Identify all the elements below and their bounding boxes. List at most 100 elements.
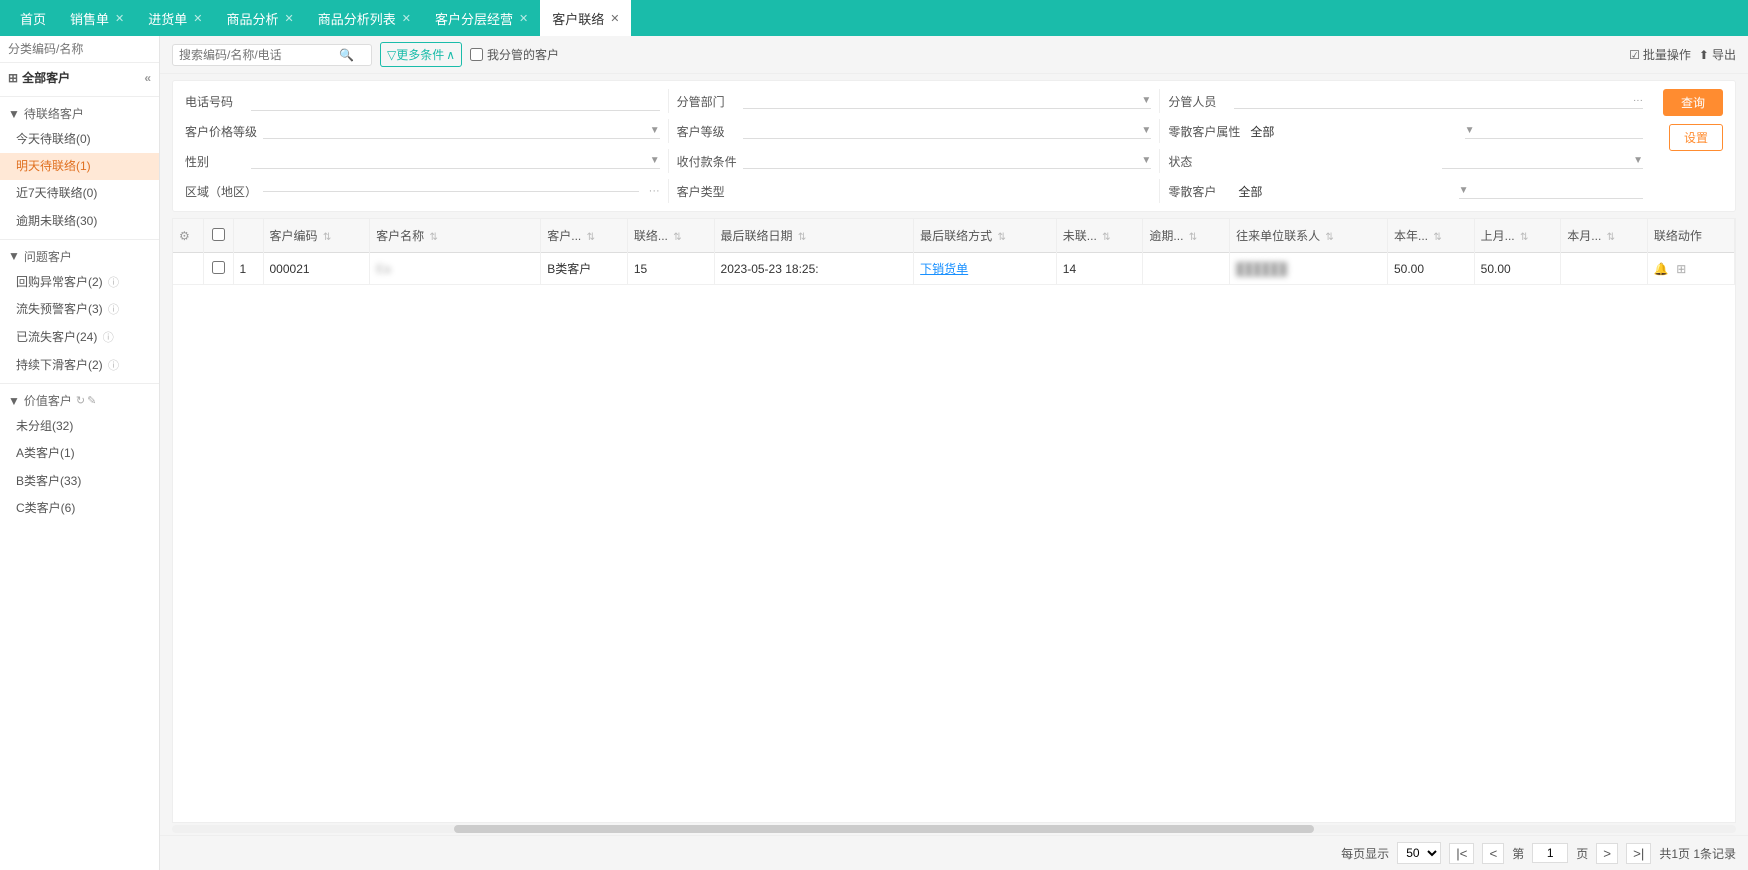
row-checkbox-cell[interactable] [203,253,233,285]
status-field: 状态 ▼ [1168,153,1643,170]
first-page-btn[interactable]: |< [1449,843,1474,864]
payment-select[interactable]: ▼ [743,153,1152,169]
sidebar-search-input[interactable] [8,42,160,56]
phone-input[interactable] [251,92,660,111]
col-contact-count[interactable]: 联络... ⇅ [627,219,714,253]
filter-divider-7 [668,179,669,203]
col-settings[interactable]: ⚙ [173,219,203,253]
retail-customer-label: 零散客户 [1168,183,1228,200]
retail-attr-select[interactable]: ▼ [1465,123,1643,139]
last-contact-method-link[interactable]: 下销货单 [920,262,968,276]
close-customer-tier-tab[interactable]: ✕ [519,12,528,25]
sidebar-item-churn-risk[interactable]: 流失预警客户(3) ⓘ [0,296,159,324]
problem-customers-group[interactable]: ▼ 问题客户 [0,244,159,269]
search-icon[interactable]: 🔍 [339,48,354,62]
nav-sales[interactable]: 销售单 ✕ [58,0,136,36]
page-number-input[interactable] [1532,843,1568,863]
row-contact-action[interactable]: 🔔 ⊞ [1647,253,1734,285]
dept-select[interactable]: ▼ [743,93,1152,109]
sidebar-item-today[interactable]: 今天待联络(0) [0,126,159,153]
sidebar-search-bar[interactable]: 🔍 [0,36,159,63]
pending-contact-group[interactable]: ▼ 待联络客户 [0,101,159,126]
sidebar-item-repurchase-abnormal[interactable]: 回购异常客户(2) ⓘ [0,269,159,297]
col-unit-contact[interactable]: 往来单位联系人 ⇅ [1230,219,1388,253]
col-last-contact-method[interactable]: 最后联络方式 ⇅ [914,219,1057,253]
nav-customer-tier[interactable]: 客户分层经营 ✕ [423,0,540,36]
customer-level-select[interactable]: ▼ [743,123,1152,139]
content-area: 🔍 ▽ 更多条件 ∧ 我分管的客户 ☑ 批量操作 ⬆ 导出 [160,36,1748,870]
horizontal-scrollbar[interactable] [172,825,1736,833]
search-bar[interactable]: 🔍 [172,44,372,66]
sidebar-item-overdue[interactable]: 逾期未联络(30) [0,208,159,235]
pending-arrow-icon: ▼ [8,107,20,121]
collapse-sidebar-btn[interactable]: « [144,71,151,85]
close-sales-tab[interactable]: ✕ [115,12,124,25]
col-last-contact-date[interactable]: 最后联络日期 ⇅ [714,219,914,253]
person-field: 分管人员 ··· [1168,93,1643,110]
sidebar-item-class-b[interactable]: B类客户(33) [0,468,159,495]
my-customers-checkbox-area[interactable]: 我分管的客户 [470,46,559,63]
select-all-checkbox[interactable] [212,228,225,241]
filter-more-btn[interactable]: ▽ 更多条件 ∧ [380,42,462,67]
row-checkbox[interactable] [212,261,225,274]
col-type[interactable]: 客户... ⇅ [541,219,628,253]
close-customer-contact-tab[interactable]: ✕ [610,12,619,25]
filter-divider-5 [668,149,669,173]
filter-divider-6 [1159,149,1160,173]
price-level-select[interactable]: ▼ [263,123,660,139]
filter-divider-4 [1159,119,1160,143]
sidebar-item-declining[interactable]: 持续下滑客户(2) ⓘ [0,352,159,380]
sidebar-item-week[interactable]: 近7天待联络(0) [0,180,159,207]
col-last-month[interactable]: 上月... ⇅ [1474,219,1561,253]
page-size-select[interactable]: 50 [1397,842,1441,864]
region-more-icon[interactable]: ··· [649,185,660,197]
col-overdue[interactable]: 逾期... ⇅ [1143,219,1230,253]
col-this-month[interactable]: 本月... ⇅ [1561,219,1648,253]
close-product-analysis-tab[interactable]: ✕ [285,12,294,25]
customer-table: ⚙ 客户编码 ⇅ 客户名称 ⇅ [173,219,1735,285]
table-settings-icon[interactable]: ⚙ [179,229,190,243]
nav-product-analysis-table[interactable]: 商品分析列表 ✕ [306,0,423,36]
row-action-icon-1[interactable]: 🔔 [1654,262,1669,276]
sidebar-item-ungrouped[interactable]: 未分组(32) [0,413,159,440]
last-page-btn[interactable]: >| [1626,843,1651,864]
nav-purchase[interactable]: 进货单 ✕ [136,0,214,36]
close-product-analysis-table-tab[interactable]: ✕ [402,12,411,25]
retail-customer-select[interactable]: ▼ [1459,183,1643,199]
col-code[interactable]: 客户编码 ⇅ [263,219,370,253]
edit-icon[interactable]: ✎ [87,394,96,407]
nav-customer-contact[interactable]: 客户联络 ✕ [540,0,631,36]
sidebar-item-churned[interactable]: 已流失客户(24) ⓘ [0,324,159,352]
scrollbar-thumb[interactable] [454,825,1314,833]
sidebar-item-tomorrow[interactable]: 明天待联络(1) [0,153,159,180]
all-customers-header[interactable]: ⊞ 全部客户 « [0,63,159,92]
refresh-icon[interactable]: ↻ [76,394,85,407]
export-btn[interactable]: ⬆ 导出 [1699,46,1736,63]
value-customers-group[interactable]: ▼ 价值客户 ↻ ✎ [0,388,159,413]
query-button[interactable]: 查询 [1663,89,1723,116]
setting-button[interactable]: 设置 [1669,124,1723,151]
sidebar-divider-1 [0,96,159,97]
col-name[interactable]: 客户名称 ⇅ [370,219,541,253]
status-select[interactable]: ▼ [1442,153,1643,169]
batch-op-btn[interactable]: ☑ 批量操作 [1629,46,1691,63]
sidebar-item-class-c[interactable]: C类客户(6) [0,495,159,522]
phone-label: 电话号码 [185,93,245,110]
info-icon-1: ⓘ [108,277,119,289]
close-purchase-tab[interactable]: ✕ [193,12,202,25]
gender-select[interactable]: ▼ [251,153,660,169]
person-select[interactable]: ··· [1234,93,1643,109]
nav-home[interactable]: 首页 [8,0,58,36]
row-action-icon-2[interactable]: ⊞ [1676,262,1686,276]
col-no-contact[interactable]: 未联... ⇅ [1056,219,1143,253]
row-last-contact-date: 2023-05-23 18:25: [714,253,914,285]
prev-page-btn[interactable]: < [1482,843,1504,864]
nav-product-analysis[interactable]: 商品分析 ✕ [214,0,305,36]
col-this-year[interactable]: 本年... ⇅ [1388,219,1475,253]
sidebar-item-class-a[interactable]: A类客户(1) [0,440,159,467]
col-checkbox[interactable] [203,219,233,253]
row-last-contact-method[interactable]: 下销货单 [914,253,1057,285]
search-input[interactable] [179,48,339,62]
next-page-btn[interactable]: > [1596,843,1618,864]
my-customers-checkbox[interactable] [470,48,483,61]
